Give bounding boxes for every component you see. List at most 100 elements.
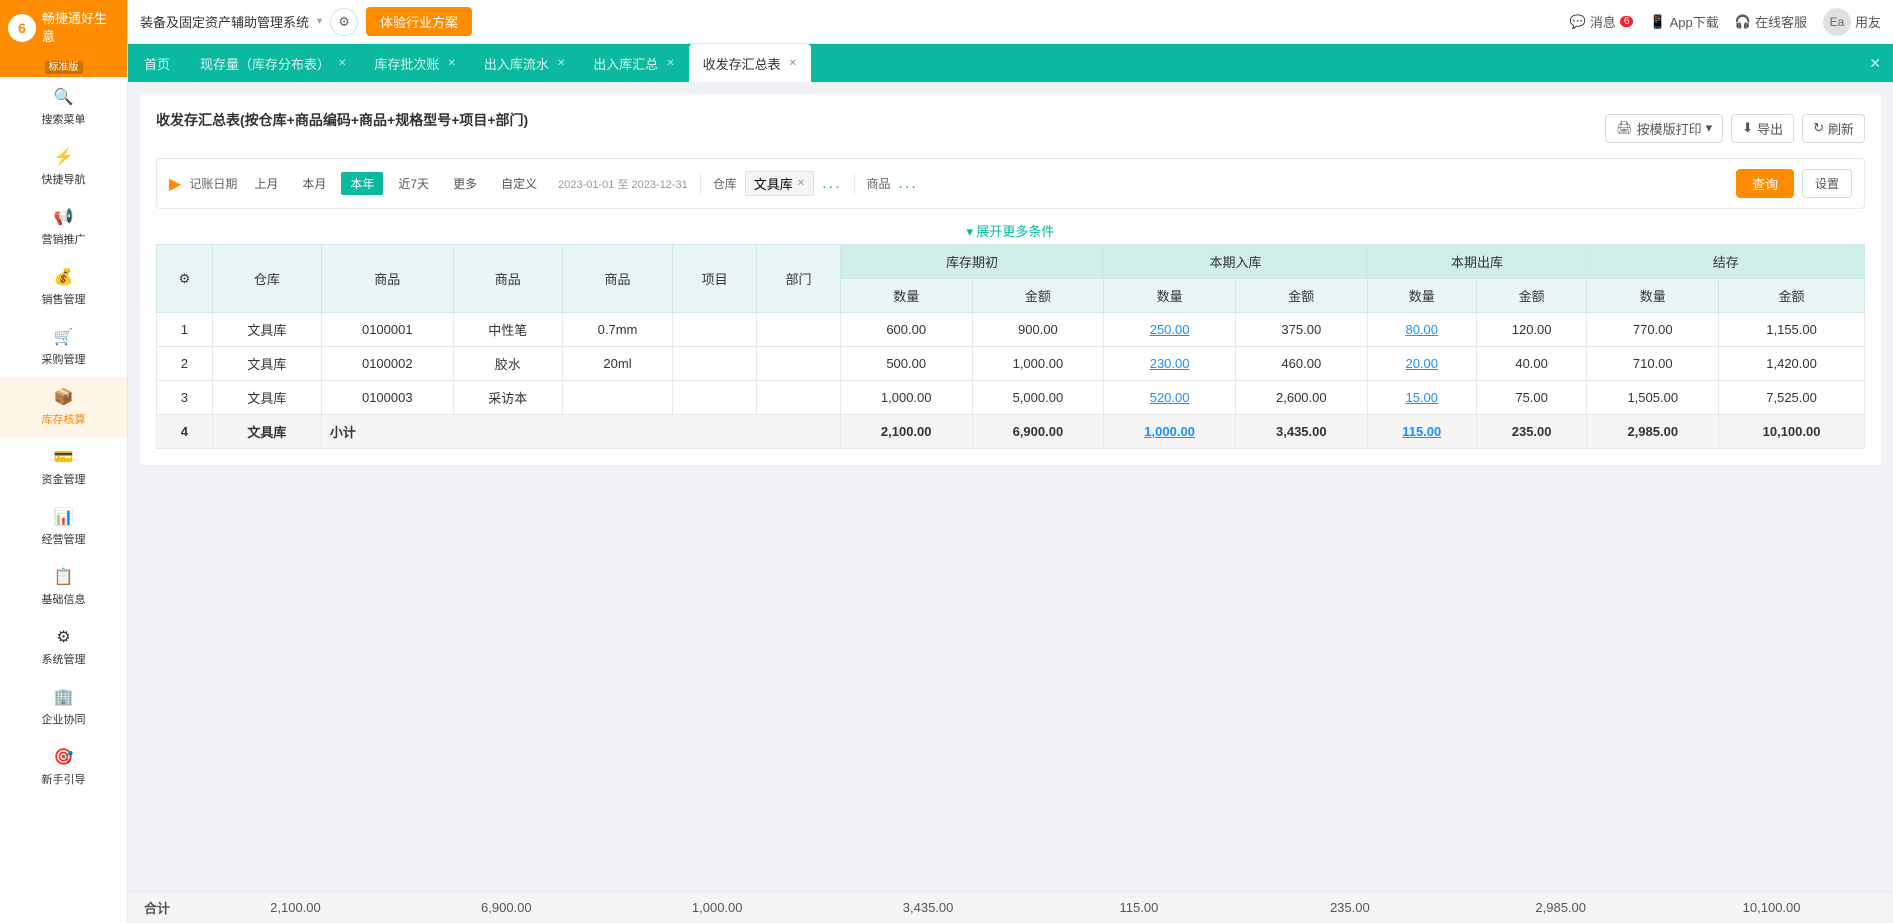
row-in-amt: 460.00 xyxy=(1235,347,1367,381)
bal-qty-header: 数量 xyxy=(1587,279,1719,313)
sidebar-item-guide[interactable]: 🎯 新手引导 xyxy=(0,737,127,797)
avatar: Ea xyxy=(1823,8,1851,36)
row-out-qty[interactable]: 80.00 xyxy=(1367,313,1476,347)
date-cur-year-btn[interactable]: 本年 xyxy=(341,172,383,195)
tab-close-in-out-flow[interactable]: ✕ xyxy=(557,58,565,69)
tab-close-in-out-summary[interactable]: ✕ xyxy=(666,58,674,69)
row-bal-qty: 770.00 xyxy=(1587,313,1719,347)
sys-title-dropdown-icon[interactable]: ▾ xyxy=(317,16,322,27)
row-in-qty[interactable]: 230.00 xyxy=(1104,347,1236,381)
sidebar-item-search[interactable]: 🔍 搜索菜单 xyxy=(0,77,127,137)
row-bal-amt: 1,420.00 xyxy=(1719,347,1865,381)
row-out-qty[interactable]: 15.00 xyxy=(1367,381,1476,415)
expand-icon: ▾ xyxy=(967,224,974,239)
print-button[interactable]: 🖨 按模版打印 ▾ xyxy=(1605,114,1723,143)
subtotal-label: 小计 xyxy=(321,415,840,449)
warehouse-more-button[interactable]: ... xyxy=(822,175,841,193)
tabs-bar: 首页现存量（库存分布表）✕库存批次账✕出入库流水✕出入库汇总✕收发存汇总表✕ ✕ xyxy=(128,44,1893,82)
footer-bal-qty: 2,985.00 xyxy=(1455,900,1666,915)
user-button[interactable]: Ea 用友 xyxy=(1823,8,1881,36)
sidebar-item-marketing[interactable]: 📢 营销推广 xyxy=(0,197,127,257)
settings-button[interactable]: 设置 xyxy=(1802,169,1852,198)
sidebar-item-operations[interactable]: 📊 经营管理 xyxy=(0,497,127,557)
goods-filter-label: 商品 xyxy=(867,175,891,192)
enterprise-icon: 🏢 xyxy=(54,687,74,707)
subtotal-warehouse: 文具库 xyxy=(212,415,321,449)
subtotal-out-qty[interactable]: 115.00 xyxy=(1367,415,1476,449)
sidebar-item-label-search: 搜索菜单 xyxy=(42,111,86,127)
online-service-button[interactable]: 🎧 在线客服 xyxy=(1735,12,1807,31)
out-qty-header: 数量 xyxy=(1367,279,1476,313)
tab-close-batch-ledger[interactable]: ✕ xyxy=(447,58,455,69)
sidebar-item-label-operations: 经营管理 xyxy=(42,531,86,547)
bal-amt-header: 金额 xyxy=(1719,279,1865,313)
date-prev-month-btn[interactable]: 上月 xyxy=(245,172,287,195)
sidebar-item-label-purchase: 采购管理 xyxy=(42,351,86,367)
export-button[interactable]: ⬇ 导出 xyxy=(1731,114,1794,143)
print-icon: 🖨 xyxy=(1616,120,1633,136)
subtotal-out-amt: 235.00 xyxy=(1476,415,1587,449)
sidebar-item-basic-info[interactable]: 📋 基础信息 xyxy=(0,557,127,617)
tab-in-out-summary[interactable]: 出入库汇总✕ xyxy=(579,44,688,82)
goods-more-button[interactable]: ... xyxy=(899,175,918,193)
tabs-container: 首页现存量（库存分布表）✕库存批次账✕出入库流水✕出入库汇总✕收发存汇总表✕ xyxy=(128,44,811,82)
row-open-amt: 1,000.00 xyxy=(972,347,1104,381)
date-more-btn[interactable]: 更多 xyxy=(444,172,486,195)
topbar-settings-button[interactable]: ⚙ xyxy=(330,8,358,36)
sidebar-item-purchase[interactable]: 🛒 采购管理 xyxy=(0,317,127,377)
col-goods-name-header: 商品 xyxy=(453,245,562,313)
col-dept-header: 部门 xyxy=(757,245,841,313)
sidebar-item-system[interactable]: ⚙ 系统管理 xyxy=(0,617,127,677)
close-all-tabs-button[interactable]: ✕ xyxy=(1857,55,1893,72)
sidebar-item-label-inventory: 库存核算 xyxy=(42,411,86,427)
app-download-button[interactable]: 📱 App下载 xyxy=(1649,12,1718,31)
sidebar-item-inventory[interactable]: 📦 库存核算 xyxy=(0,377,127,437)
date-custom-btn[interactable]: 自定义 xyxy=(492,172,546,195)
group-open-header: 库存期初 xyxy=(840,245,1103,279)
message-button[interactable]: 💬 消息 6 xyxy=(1570,12,1634,31)
row-in-qty[interactable]: 520.00 xyxy=(1104,381,1236,415)
tab-inventory-dist[interactable]: 现存量（库存分布表）✕ xyxy=(186,44,360,82)
row-out-qty[interactable]: 20.00 xyxy=(1367,347,1476,381)
sidebar-item-quick-nav[interactable]: ⚡ 快捷导航 xyxy=(0,137,127,197)
filter-collapse-button[interactable]: ▶ xyxy=(169,174,181,194)
page-title: 收发存汇总表(按仓库+商品编码+商品+规格型号+项目+部门) xyxy=(156,110,528,130)
tab-close-inventory-dist[interactable]: ✕ xyxy=(338,58,346,69)
trial-button[interactable]: 体验行业方案 xyxy=(366,7,472,36)
sidebar-item-label-sales: 销售管理 xyxy=(42,291,86,307)
search-icon: 🔍 xyxy=(54,87,74,107)
subtotal-bal-amt: 10,100.00 xyxy=(1719,415,1865,449)
tab-recv-send-summary[interactable]: 收发存汇总表✕ xyxy=(689,44,811,82)
col-settings[interactable]: ⚙ xyxy=(157,245,213,313)
in-qty-header: 数量 xyxy=(1104,279,1236,313)
row-goods-spec: 20ml xyxy=(562,347,673,381)
warehouse-value: 文具库 xyxy=(754,174,793,193)
sidebar-item-sales[interactable]: 💰 销售管理 xyxy=(0,257,127,317)
sidebar-item-label-guide: 新手引导 xyxy=(42,771,86,787)
subtotal-in-qty[interactable]: 1,000.00 xyxy=(1104,415,1236,449)
date-7days-btn[interactable]: 近7天 xyxy=(389,172,438,195)
download-icon: 📱 xyxy=(1649,14,1665,30)
expand-more-bar[interactable]: ▾ 展开更多条件 xyxy=(156,217,1865,244)
row-bal-qty: 1,505.00 xyxy=(1587,381,1719,415)
row-open-qty: 600.00 xyxy=(840,313,972,347)
row-in-qty[interactable]: 250.00 xyxy=(1104,313,1236,347)
logo-text: 畅捷通好生意 xyxy=(42,10,119,46)
query-button[interactable]: 查询 xyxy=(1736,169,1794,198)
tab-label-batch-ledger: 库存批次账 xyxy=(374,54,439,73)
row-warehouse: 文具库 xyxy=(212,381,321,415)
sidebar-item-enterprise[interactable]: 🏢 企业协同 xyxy=(0,677,127,737)
table-row: 2 文具库 0100002 胶水 20ml 500.00 1,000.00 23… xyxy=(157,347,1865,381)
date-cur-month-btn[interactable]: 本月 xyxy=(293,172,335,195)
tab-close-recv-send-summary[interactable]: ✕ xyxy=(789,58,797,69)
warehouse-remove-button[interactable]: ✕ xyxy=(797,178,805,189)
tab-home[interactable]: 首页 xyxy=(128,44,186,82)
refresh-button[interactable]: ↻ 刷新 xyxy=(1802,114,1865,143)
tab-batch-ledger[interactable]: 库存批次账 ✕ xyxy=(360,44,469,82)
table-row: 3 文具库 0100003 采访本 1,000.00 5,000.00 520.… xyxy=(157,381,1865,415)
guide-icon: 🎯 xyxy=(54,747,74,767)
marketing-icon: 📢 xyxy=(54,207,74,227)
row-goods-code: 0100001 xyxy=(321,313,453,347)
sidebar-item-finance[interactable]: 💳 资金管理 xyxy=(0,437,127,497)
tab-in-out-flow[interactable]: 出入库流水✕ xyxy=(470,44,579,82)
